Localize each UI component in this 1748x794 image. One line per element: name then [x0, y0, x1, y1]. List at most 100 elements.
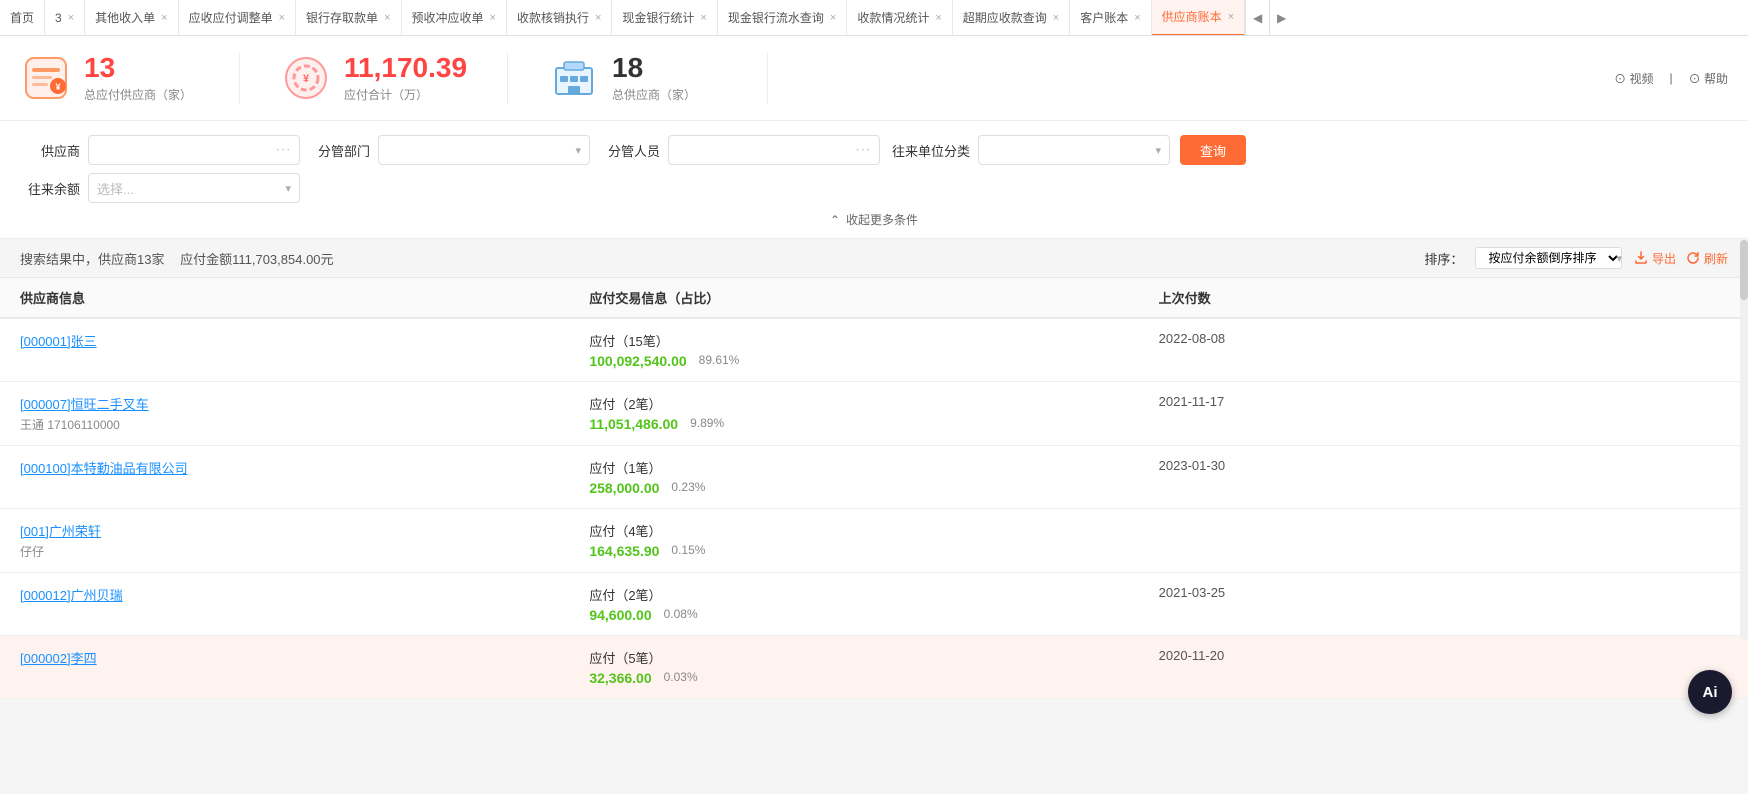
nav-tab-3[interactable]: 3 ×	[45, 0, 85, 36]
supplier-info-6: [000002]李四	[20, 648, 589, 667]
filter-input-person[interactable]: ···	[668, 135, 880, 165]
last-pay-3: 2023-01-30	[1159, 458, 1728, 473]
tx-pct-1: 89.61%	[699, 353, 740, 367]
nav-tab-customer-ledger[interactable]: 客户账本 ×	[1070, 0, 1151, 36]
nav-tab-receipt-verify[interactable]: 收款核销执行 ×	[507, 0, 612, 36]
svg-text:¥: ¥	[303, 73, 310, 85]
nav-tab-advance-ar[interactable]: 预收冲应收单 ×	[402, 0, 507, 36]
close-cash-flow[interactable]: ×	[830, 12, 836, 24]
filter-label-supplier: 供应商	[20, 141, 80, 160]
close-receipt-stat[interactable]: ×	[935, 12, 941, 24]
tx-pct-3: 0.23%	[671, 480, 705, 494]
nav-tab-cash-flow[interactable]: 现金银行流水查询 ×	[718, 0, 847, 36]
table-row: [000012]广州贝瑞 应付（2笔） 94,600.00 0.08% 2021…	[0, 573, 1748, 636]
nav-tab-cash-bank-stat[interactable]: 现金银行统计 ×	[612, 0, 717, 36]
transaction-info-1: 应付（15笔） 100,092,540.00 89.61%	[589, 331, 1158, 369]
nav-next-arrow[interactable]: ▶	[1269, 0, 1293, 36]
help-link[interactable]: ⊙ 帮助	[1689, 70, 1728, 87]
nav-tab-home[interactable]: 首页	[0, 0, 45, 36]
nav-tab-customer-ledger-label: 客户账本	[1080, 9, 1128, 26]
supplier-input[interactable]	[97, 143, 275, 158]
supplier-dots-icon[interactable]: ···	[275, 141, 291, 159]
filter-item-category: 往来单位分类 ▾	[890, 135, 1170, 165]
close-customer-ledger[interactable]: ×	[1134, 12, 1140, 24]
tx-amount-5: 94,600.00	[589, 607, 651, 623]
close-ar-ap-adjust[interactable]: ×	[279, 12, 285, 24]
stat-icon-total-suppliers	[548, 52, 600, 104]
filter-label-balance: 往来余额	[20, 179, 80, 198]
filter-item-balance: 往来余额 选择... ▾	[20, 173, 300, 203]
action-buttons: 导出 刷新	[1634, 250, 1728, 267]
table-row: [000007]恒旺二手叉车 王通 17106110000 应付（2笔） 11,…	[0, 382, 1748, 446]
tx-pct-4: 0.15%	[671, 543, 705, 557]
close-cash-bank-stat[interactable]: ×	[700, 12, 706, 24]
stat-label-ap-total: 应付合计（万）	[344, 86, 467, 103]
table-row: [000002]李四 应付（5笔） 32,366.00 0.03% 2020-1…	[0, 636, 1748, 699]
supplier-link-1[interactable]: [000001]张三	[20, 331, 589, 350]
svg-text:¥: ¥	[55, 82, 60, 92]
supplier-link-6[interactable]: [000002]李四	[20, 648, 589, 667]
close-receipt-verify[interactable]: ×	[595, 12, 601, 24]
close-bank-deposit[interactable]: ×	[384, 12, 390, 24]
last-pay-5: 2021-03-25	[1159, 585, 1728, 600]
nav-tab-ar-ap-adjust[interactable]: 应收应付调整单 ×	[179, 0, 296, 36]
video-link[interactable]: ⊙ 视频	[1614, 70, 1653, 87]
refresh-button[interactable]: 刷新	[1686, 250, 1728, 267]
nav-tab-supplier-ledger[interactable]: 供应商账本 ×	[1152, 0, 1245, 36]
collapse-button[interactable]: ⌃ 收起更多条件	[830, 211, 918, 228]
person-input[interactable]	[677, 143, 855, 158]
nav-tab-overdue-ar[interactable]: 超期应收款查询 ×	[953, 0, 1070, 36]
close-other-income[interactable]: ×	[161, 12, 167, 24]
stat-card-ap-total: ¥ 11,170.39 应付合计（万）	[280, 52, 508, 104]
stat-info-total-suppliers: 18 总供应商（家）	[612, 54, 696, 103]
ai-button[interactable]: Ai	[1688, 670, 1732, 714]
close-advance-ar[interactable]: ×	[490, 12, 496, 24]
table-header: 供应商信息 应付交易信息（占比） 上次付数	[0, 278, 1748, 319]
query-button[interactable]: 查询	[1180, 135, 1246, 165]
supplier-link-4[interactable]: [001]广州荣轩	[20, 521, 589, 540]
nav-prev-arrow[interactable]: ◀	[1245, 0, 1269, 36]
person-dots-icon[interactable]: ···	[855, 141, 871, 159]
department-chevron-icon: ▾	[575, 144, 581, 157]
supplier-info-4: [001]广州荣轩 仔仔	[20, 521, 589, 560]
nav-tab-bank-deposit-label: 银行存取款单	[306, 9, 378, 26]
supplier-info-5: [000012]广州贝瑞	[20, 585, 589, 604]
table-header-supplier: 供应商信息	[20, 288, 589, 307]
data-table: 供应商信息 应付交易信息（占比） 上次付数 [000001]张三 应付（15笔）…	[0, 278, 1748, 699]
scrollbar-thumb[interactable]	[1740, 240, 1748, 300]
last-pay-6: 2020-11-20	[1159, 648, 1728, 663]
stat-info-ap-total: 11,170.39 应付合计（万）	[344, 54, 467, 103]
export-button[interactable]: 导出	[1634, 250, 1676, 267]
close-overdue-ar[interactable]: ×	[1053, 12, 1059, 24]
close-tab-3[interactable]: ×	[68, 12, 74, 24]
collapse-label: 收起更多条件	[846, 211, 918, 228]
nav-tab-receipt-stat[interactable]: 收款情况统计 ×	[847, 0, 952, 36]
result-amount: 应付金额111,703,854.00元	[180, 252, 333, 267]
filter-input-supplier[interactable]: ···	[88, 135, 300, 165]
tx-pct-2: 9.89%	[690, 416, 724, 430]
supplier-link-2[interactable]: [000007]恒旺二手叉车	[20, 394, 589, 413]
header-links: ⊙ 视频 | ⊙ 帮助	[1614, 70, 1728, 87]
supplier-info-1: [000001]张三	[20, 331, 589, 350]
stat-value-total-suppliers: 18	[612, 54, 696, 82]
nav-tab-bank-deposit[interactable]: 银行存取款单 ×	[296, 0, 401, 36]
supplier-link-3[interactable]: [000100]本特勤油品有限公司	[20, 458, 589, 477]
sort-select[interactable]: 按应付余额倒序排序 按应付余额升序排序	[1475, 247, 1622, 269]
transaction-info-6: 应付（5笔） 32,366.00 0.03%	[589, 648, 1158, 686]
table-row: [001]广州荣轩 仔仔 应付（4笔） 164,635.90 0.15%	[0, 509, 1748, 573]
filter-row-1: 供应商 ··· 分管部门 ▾ 分管人员 ··· 往来单位分类 ▾	[20, 135, 1728, 165]
filter-select-department[interactable]: ▾	[378, 135, 590, 165]
filter-select-category[interactable]: ▾	[978, 135, 1170, 165]
supplier-link-5[interactable]: [000012]广州贝瑞	[20, 585, 589, 604]
tx-label-1: 应付（15笔）	[589, 331, 1158, 350]
transaction-info-3: 应付（1笔） 258,000.00 0.23%	[589, 458, 1158, 496]
supplier-sub-4: 仔仔	[20, 543, 589, 560]
filter-item-supplier: 供应商 ···	[20, 135, 300, 165]
nav-tab-other-income[interactable]: 其他收入单 ×	[85, 0, 178, 36]
table-header-lastpay: 上次付数	[1159, 288, 1728, 307]
scrollbar-track[interactable]	[1740, 240, 1748, 640]
filter-select-balance[interactable]: 选择... ▾	[88, 173, 300, 203]
close-supplier-ledger[interactable]: ×	[1228, 11, 1234, 23]
tx-amount-4: 164,635.90	[589, 543, 659, 559]
nav-tab-advance-ar-label: 预收冲应收单	[412, 9, 484, 26]
